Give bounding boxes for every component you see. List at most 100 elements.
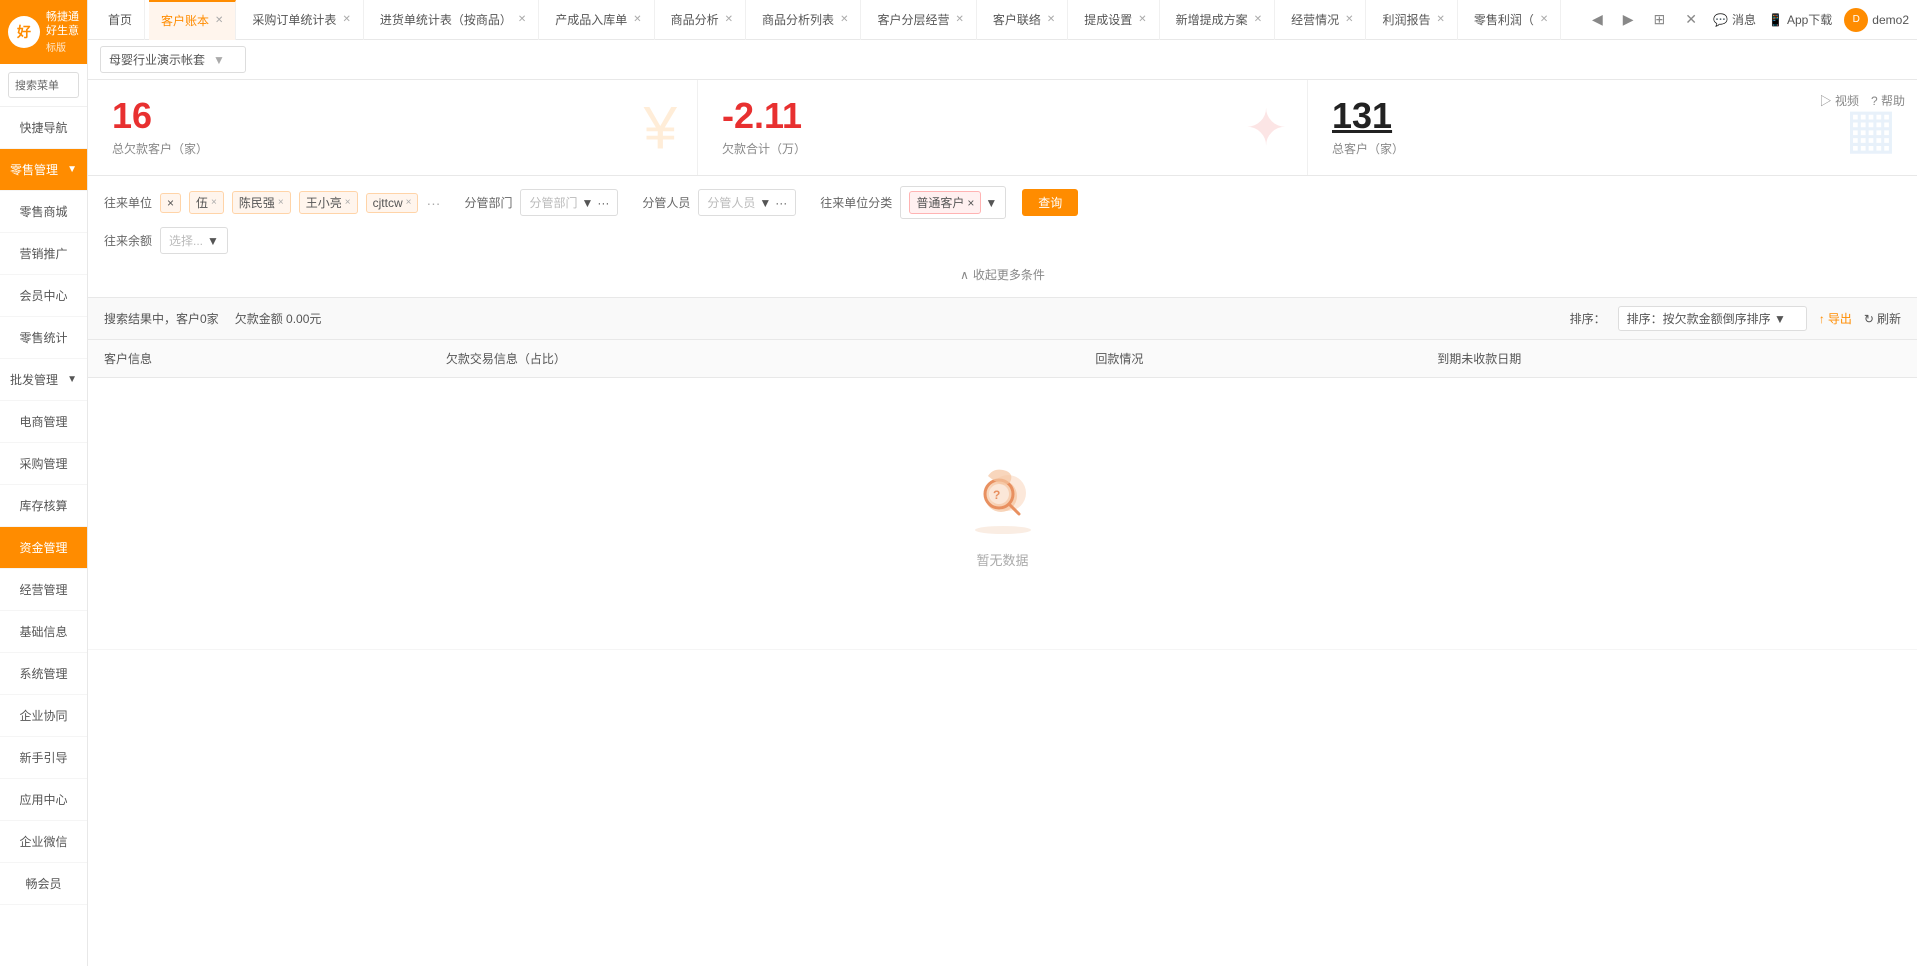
- sidebar-item-ecommerce[interactable]: 电商管理: [0, 401, 87, 443]
- avatar: D: [1844, 8, 1868, 32]
- sidebar-item-marketing[interactable]: 营销推广: [0, 233, 87, 275]
- sidebar-item-vip-member[interactable]: 畅会员: [0, 863, 87, 905]
- tab-label: 客户分层经营: [877, 11, 949, 28]
- video-link[interactable]: ▷ 视频: [1820, 92, 1859, 109]
- sidebar-item-finance[interactable]: 资金管理: [0, 527, 87, 569]
- sidebar-item-member[interactable]: 会员中心: [0, 275, 87, 317]
- sidebar-item-basic-info[interactable]: 基础信息: [0, 611, 87, 653]
- topbar-right-actions: ◀ ▶ ⊞ ✕ 💬 消息 📱 App下载 D demo2: [1588, 8, 1909, 32]
- filter-tag-text: 王小亮: [306, 194, 342, 211]
- person-filter-dropdown[interactable]: 分管人员 ▼ ···: [698, 189, 796, 216]
- balance-filter-dropdown[interactable]: 选择... ▼: [160, 227, 228, 254]
- close-icon[interactable]: ✕: [1437, 14, 1445, 25]
- collapse-button[interactable]: ∧ 收起更多条件: [960, 266, 1045, 283]
- sidebar-item-new-guide[interactable]: 新手引导: [0, 737, 87, 779]
- person-filter-label: 分管人员: [642, 194, 690, 211]
- tab-customer-connect[interactable]: 客户联络 ✕: [981, 0, 1068, 40]
- sidebar-item-retail-mgmt[interactable]: 零售管理 ▼: [0, 149, 87, 191]
- close-icon[interactable]: ✕: [955, 14, 963, 25]
- sidebar-item-enterprise-coop[interactable]: 企业协同: [0, 695, 87, 737]
- filter-tag-remove-cjttcw[interactable]: ×: [406, 197, 412, 208]
- classification-filter-dropdown[interactable]: 普通客户 × ▼: [900, 186, 1006, 219]
- close-icon[interactable]: ✕: [1047, 14, 1055, 25]
- close-icon[interactable]: ✕: [215, 15, 223, 26]
- close-icon[interactable]: ✕: [1345, 14, 1353, 25]
- user-avatar-area[interactable]: D demo2: [1844, 8, 1909, 32]
- classification-filter-label: 往来单位分类: [820, 194, 892, 211]
- refresh-icon: ↻: [1864, 312, 1874, 326]
- filter-more-button[interactable]: ···: [426, 195, 440, 211]
- sidebar-item-app-center[interactable]: 应用中心: [0, 779, 87, 821]
- col-repayment: 回款情况: [1079, 340, 1421, 378]
- chevron-down-icon: ▼: [985, 196, 997, 210]
- close-icon[interactable]: ✕: [1138, 14, 1146, 25]
- tab-retail-profit[interactable]: 零售利润（ ✕: [1462, 0, 1561, 40]
- tab-label: 产成品入库单: [555, 11, 627, 28]
- tab-scroll-left-btn[interactable]: ◀: [1588, 11, 1607, 28]
- tab-label: 进货单统计表（按商品）: [380, 11, 512, 28]
- tab-expand-btn[interactable]: ⊞: [1650, 11, 1670, 28]
- more-icon: ···: [597, 196, 609, 210]
- dept-filter-label: 分管部门: [464, 194, 512, 211]
- collapse-label: 收起更多条件: [973, 266, 1045, 283]
- data-table: 客户信息 欠款交易信息（占比） 回款情况 到期未收款日期: [88, 340, 1917, 650]
- sort-select-dropdown[interactable]: 排序：按欠款金额倒序排序 ▼: [1618, 306, 1807, 331]
- close-icon[interactable]: ✕: [1540, 14, 1548, 25]
- app-download-button[interactable]: 📱 App下载: [1768, 11, 1832, 28]
- sidebar-item-retail-shop[interactable]: 零售商城: [0, 191, 87, 233]
- refresh-button[interactable]: ↻ 刷新: [1864, 310, 1901, 327]
- close-icon[interactable]: ✕: [1254, 14, 1262, 25]
- sidebar-item-wholesale-mgmt[interactable]: 批发管理 ▼: [0, 359, 87, 401]
- tab-operation-status[interactable]: 经营情况 ✕: [1279, 0, 1366, 40]
- tab-label: 零售利润（: [1474, 11, 1534, 28]
- more-icon: ···: [775, 196, 787, 210]
- filter-tag-remove-chen[interactable]: ×: [278, 197, 284, 208]
- close-icon[interactable]: ✕: [633, 14, 641, 25]
- sidebar-item-quick-nav[interactable]: 快捷导航: [0, 107, 87, 149]
- tab-promotion-settings[interactable]: 提成设置 ✕: [1072, 0, 1159, 40]
- sidebar-item-inventory[interactable]: 库存核算: [0, 485, 87, 527]
- tab-goods-analysis[interactable]: 商品分析 ✕: [659, 0, 746, 40]
- tab-goods-analysis-list[interactable]: 商品分析列表 ✕: [750, 0, 861, 40]
- sidebar-item-purchase[interactable]: 采购管理: [0, 443, 87, 485]
- sidebar-item-enterprise-wechat[interactable]: 企业微信: [0, 821, 87, 863]
- tab-product-in[interactable]: 产成品入库单 ✕: [543, 0, 654, 40]
- tab-label: 经营情况: [1291, 11, 1339, 28]
- export-button[interactable]: ↑ 导出: [1819, 310, 1852, 327]
- close-icon[interactable]: ✕: [725, 14, 733, 25]
- tab-purchase-order[interactable]: 采购订单统计表 ✕: [240, 0, 363, 40]
- app-download-label: App下载: [1787, 11, 1832, 28]
- logo-sub: 标版: [46, 39, 79, 54]
- tab-stock-stats[interactable]: 进货单统计表（按商品） ✕: [368, 0, 539, 40]
- filter-tag-remove-wang[interactable]: ×: [345, 197, 351, 208]
- tab-home[interactable]: 首页: [96, 0, 145, 40]
- close-icon[interactable]: ✕: [518, 14, 526, 25]
- tab-label: 商品分析: [671, 11, 719, 28]
- filter-tag-remove-wu[interactable]: ×: [211, 197, 217, 208]
- help-link[interactable]: ? 帮助: [1871, 92, 1905, 109]
- tab-customer-tier[interactable]: 客户分层经营 ✕: [865, 0, 976, 40]
- sidebar-item-system[interactable]: 系统管理: [0, 653, 87, 695]
- tab-profit-report[interactable]: 利润报告 ✕: [1370, 0, 1457, 40]
- tab-label: 商品分析列表: [762, 11, 834, 28]
- sidebar-item-operation[interactable]: 经营管理: [0, 569, 87, 611]
- logo-icon: 好: [8, 16, 40, 48]
- tab-customer-capital[interactable]: 客户账本 ✕: [149, 0, 236, 40]
- tab-scroll-right-btn[interactable]: ▶: [1619, 11, 1638, 28]
- sidebar-item-retail-stats[interactable]: 零售统计: [0, 317, 87, 359]
- stat-icon-1: ¥: [644, 93, 677, 162]
- account-selector-dropdown[interactable]: 母婴行业演示帐套 ▼: [100, 46, 246, 73]
- messages-button[interactable]: 💬 消息: [1713, 11, 1756, 28]
- tab-new-promotion-plan[interactable]: 新增提成方案 ✕: [1164, 0, 1275, 40]
- classification-remove[interactable]: ×: [967, 196, 974, 210]
- dept-filter-dropdown[interactable]: 分管部门 ▼ ···: [520, 189, 618, 216]
- search-menu-button[interactable]: 搜索菜单: [8, 72, 79, 98]
- close-icon[interactable]: ✕: [840, 14, 848, 25]
- sidebar-logo: 好 畅捷通好生意 标版: [0, 0, 87, 64]
- close-icon[interactable]: ✕: [342, 14, 350, 25]
- tab-label: 客户账本: [161, 12, 209, 29]
- sidebar-search-area[interactable]: 搜索菜单: [0, 64, 87, 107]
- query-button[interactable]: 查询: [1022, 189, 1078, 216]
- tab-close-all-btn[interactable]: ✕: [1681, 11, 1701, 28]
- filter-row-2: 往来余额 选择... ▼: [104, 227, 1901, 254]
